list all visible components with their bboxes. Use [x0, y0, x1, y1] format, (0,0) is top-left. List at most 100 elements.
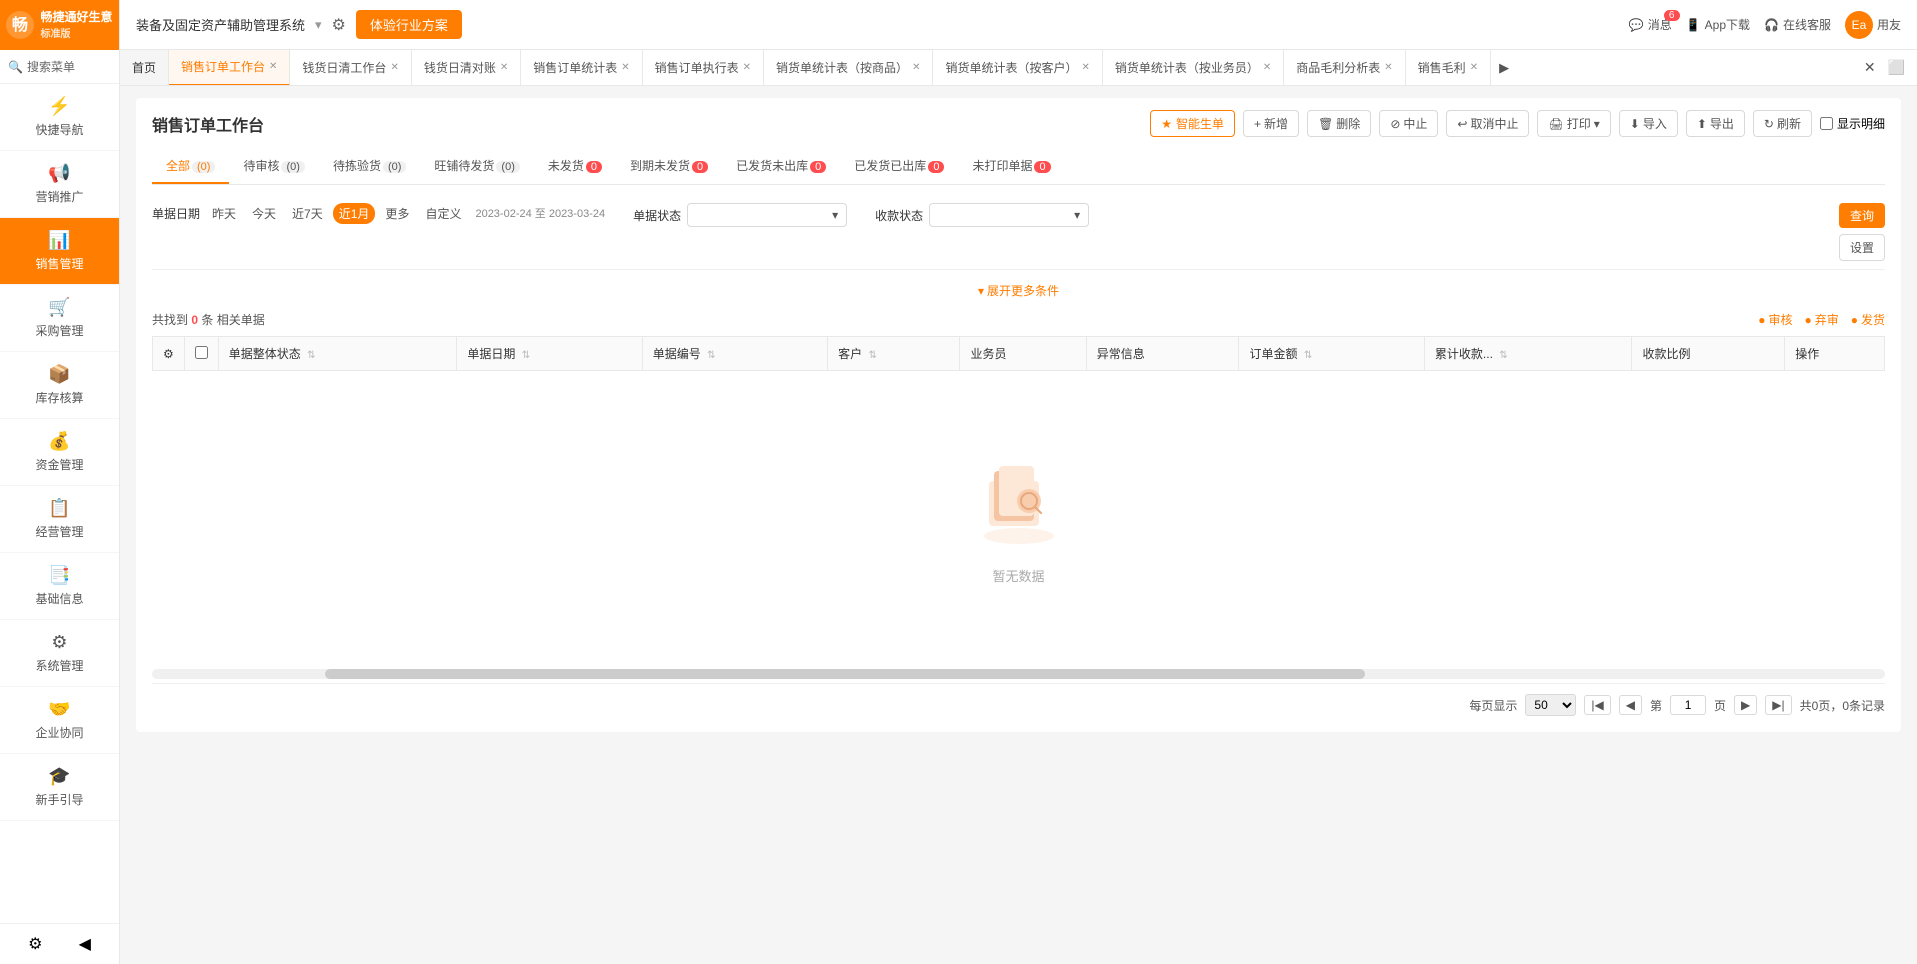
- collapse-icon[interactable]: ◀: [79, 934, 91, 954]
- audit-button[interactable]: ● 审核: [1758, 311, 1792, 328]
- scroll-thumb[interactable]: [325, 669, 1365, 679]
- sidebar-item-enterprise[interactable]: 🤝 企业协同: [0, 687, 119, 754]
- tab-close-icon[interactable]: ✕: [743, 62, 751, 73]
- delete-button[interactable]: 🗑 删除: [1307, 110, 1371, 137]
- sidebar-item-quick-nav[interactable]: ⚡ 快捷导航: [0, 84, 119, 151]
- per-page-label: 每页显示: [1469, 697, 1517, 714]
- sub-tab-expired-not-shipped[interactable]: 到期未发货0: [616, 149, 722, 184]
- tab-sales-summary-customer[interactable]: 销货单统计表（按客户） ✕: [933, 50, 1102, 86]
- first-page-button[interactable]: |◀: [1584, 695, 1610, 715]
- last-page-button[interactable]: ▶|: [1765, 695, 1791, 715]
- app-download-button[interactable]: 📱 App下载: [1686, 16, 1750, 33]
- sidebar-item-guide[interactable]: 🎓 新手引导: [0, 754, 119, 821]
- export-button[interactable]: ⬆ 导出: [1686, 110, 1745, 137]
- tab-sales-summary-staff[interactable]: 销货单统计表（按业务员） ✕: [1103, 50, 1284, 86]
- tab-close-icon[interactable]: ✕: [390, 62, 398, 73]
- tab-close-icon[interactable]: ✕: [1263, 62, 1271, 73]
- sort-icon[interactable]: ⇅: [1304, 350, 1312, 361]
- tab-more-button[interactable]: ▶: [1491, 60, 1517, 76]
- tab-close-all-button[interactable]: ✕: [1860, 59, 1880, 76]
- search-menu[interactable]: 🔍 搜索菜单: [0, 50, 119, 84]
- date-opt-today[interactable]: 今天: [246, 203, 282, 224]
- print-button[interactable]: 🖨 打印 ▾: [1537, 110, 1610, 137]
- tab-cash-daily[interactable]: 钱货日清工作台 ✕: [290, 50, 411, 86]
- industry-solution-button[interactable]: 体验行业方案: [356, 10, 462, 39]
- sidebar-item-system[interactable]: ⚙ 系统管理: [0, 620, 119, 687]
- tab-sales-workbench[interactable]: 销售订单工作台 ✕: [169, 50, 290, 86]
- date-opt-1month[interactable]: 近1月: [333, 203, 376, 224]
- next-page-button[interactable]: ▶: [1734, 695, 1757, 715]
- tab-close-icon[interactable]: ✕: [269, 61, 277, 72]
- date-opt-7days[interactable]: 近7天: [286, 203, 329, 224]
- sort-icon[interactable]: ⇅: [1499, 350, 1507, 361]
- sidebar-item-sales[interactable]: 📊 销售管理: [0, 218, 119, 285]
- tab-sales-stat[interactable]: 销售订单统计表 ✕: [521, 50, 642, 86]
- user-menu-button[interactable]: Ea 用友: [1845, 11, 1901, 39]
- service-label: 在线客服: [1783, 16, 1831, 33]
- show-detail-checkbox[interactable]: 显示明细: [1820, 115, 1885, 132]
- tab-sales-execute[interactable]: 销售订单执行表 ✕: [643, 50, 764, 86]
- deliver-button[interactable]: ● 发货: [1851, 311, 1885, 328]
- settings-button[interactable]: 设置: [1839, 234, 1885, 261]
- sub-tab-not-printed[interactable]: 未打印单据0: [958, 149, 1064, 184]
- add-button[interactable]: + 新增: [1243, 110, 1299, 137]
- sort-icon[interactable]: ⇅: [522, 350, 530, 361]
- page-input[interactable]: 1: [1670, 695, 1706, 715]
- tab-maximize-button[interactable]: ⬜: [1884, 59, 1909, 76]
- date-opt-yesterday[interactable]: 昨天: [206, 203, 242, 224]
- payment-select[interactable]: ▾: [929, 203, 1089, 227]
- sub-tab-shipped-not-in[interactable]: 已发货未出库0: [722, 149, 840, 184]
- col-settings[interactable]: ⚙: [153, 337, 185, 371]
- tab-close-icon[interactable]: ✕: [621, 62, 629, 73]
- import-button[interactable]: ⬇ 导入: [1619, 110, 1678, 137]
- tab-sales-summary-product[interactable]: 销货单统计表（按商品） ✕: [764, 50, 933, 86]
- sidebar-item-basic[interactable]: 📑 基础信息: [0, 553, 119, 620]
- stop-button[interactable]: ⊘ 中止: [1379, 110, 1438, 137]
- status-select[interactable]: ▾: [687, 203, 847, 227]
- sub-tab-shipped-in[interactable]: 已发货已出库0: [840, 149, 958, 184]
- sub-tab-all[interactable]: 全部(0): [152, 149, 229, 184]
- tab-cash-reconcile[interactable]: 钱货日清对账 ✕: [412, 50, 521, 86]
- settings-icon[interactable]: ⚙: [332, 15, 346, 35]
- show-detail-input[interactable]: [1820, 117, 1833, 130]
- sidebar-item-operations[interactable]: 📋 经营管理: [0, 486, 119, 553]
- sort-icon[interactable]: ⇅: [869, 350, 877, 361]
- tab-product-margin[interactable]: 商品毛利分析表 ✕: [1284, 50, 1405, 86]
- sidebar-item-finance[interactable]: 💰 资金管理: [0, 419, 119, 486]
- prev-page-button[interactable]: ◀: [1619, 695, 1642, 715]
- revoke-button[interactable]: ● 弃审: [1804, 311, 1838, 328]
- chevron-down-icon[interactable]: ▾: [315, 17, 322, 33]
- tab-close-icon[interactable]: ✕: [500, 62, 508, 73]
- sidebar-item-marketing[interactable]: 📢 营销推广: [0, 151, 119, 218]
- col-checkbox[interactable]: [184, 337, 218, 371]
- horizontal-scrollbar[interactable]: [152, 669, 1885, 679]
- settings-footer-icon[interactable]: ⚙: [28, 934, 42, 954]
- service-button[interactable]: 🎧 在线客服: [1764, 16, 1831, 33]
- sidebar-item-purchase[interactable]: 🛒 采购管理: [0, 285, 119, 352]
- per-page-select[interactable]: 10 20 50 100: [1525, 694, 1576, 716]
- query-button[interactable]: 查询: [1839, 203, 1885, 228]
- date-opt-more[interactable]: 更多: [379, 203, 415, 224]
- refresh-button[interactable]: ↻ 刷新: [1753, 110, 1812, 137]
- smart-create-button[interactable]: ★ 智能生单: [1150, 110, 1235, 137]
- tab-sales-gross[interactable]: 销售毛利 ✕: [1406, 50, 1491, 86]
- tab-home[interactable]: 首页: [120, 50, 169, 86]
- date-opt-custom[interactable]: 自定义: [419, 203, 467, 224]
- sort-icon[interactable]: ⇅: [307, 350, 315, 361]
- cancel-stop-button[interactable]: ↩ 取消中止: [1446, 110, 1529, 137]
- message-button[interactable]: 💬 6 消息: [1629, 16, 1672, 33]
- sub-tab-pending-review[interactable]: 待审核(0): [229, 149, 318, 184]
- expand-more-button[interactable]: ▾ 展开更多条件: [978, 282, 1059, 299]
- sort-icon[interactable]: ⇅: [707, 350, 715, 361]
- tab-close-icon[interactable]: ✕: [1081, 62, 1089, 73]
- select-all-checkbox[interactable]: [195, 346, 208, 359]
- sub-tab-not-shipped[interactable]: 未发货0: [534, 149, 616, 184]
- sidebar-item-inventory[interactable]: 📦 库存核算: [0, 352, 119, 419]
- sidebar-item-label: 新手引导: [35, 791, 83, 808]
- tab-close-icon[interactable]: ✕: [1384, 62, 1392, 73]
- sub-tab-pending-inspect[interactable]: 待拣验货(0): [319, 149, 420, 184]
- sidebar-item-label: 系统管理: [35, 657, 83, 674]
- tab-close-icon[interactable]: ✕: [1470, 62, 1478, 73]
- sub-tab-wangpu[interactable]: 旺铺待发货(0): [420, 149, 533, 184]
- tab-close-icon[interactable]: ✕: [912, 62, 920, 73]
